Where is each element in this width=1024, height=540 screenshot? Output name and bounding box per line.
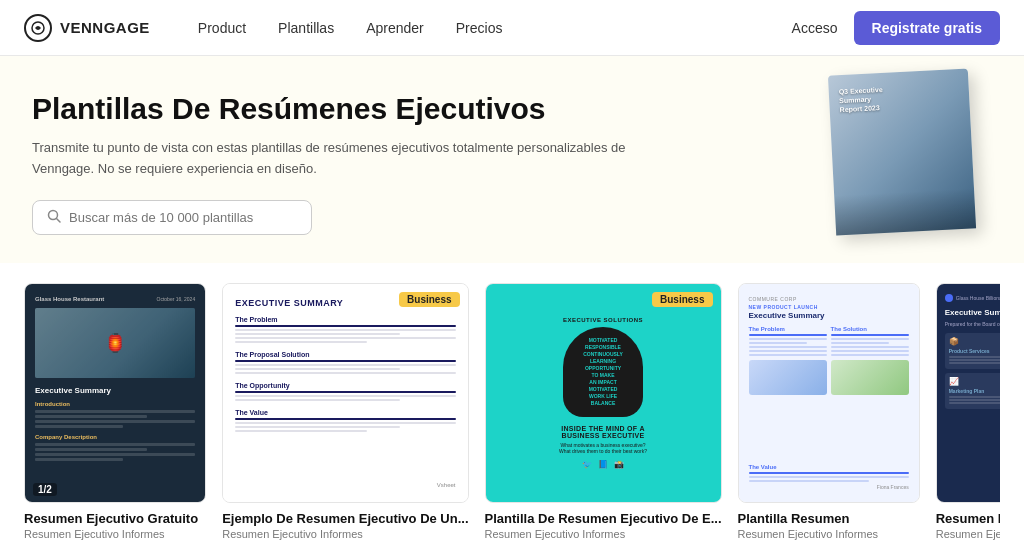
template-thumb-5: Business Glass House Billionaires Execut…: [936, 283, 1000, 503]
search-input[interactable]: [69, 210, 297, 225]
card4-person: Fiona Frances: [749, 484, 909, 490]
card5-title: Executive Summary: [945, 308, 1000, 317]
card3-tagline: What motivates a business executive?What…: [559, 442, 647, 454]
template-name-5: Resumen Ejecutivo Simple De Una Pá...: [936, 511, 1000, 526]
acceso-button[interactable]: Acceso: [792, 20, 838, 36]
template-card-4[interactable]: COMMURE CORP NEW PRODUCT LAUNCH Executiv…: [738, 283, 920, 540]
template-sub-2: Resumen Ejecutivo Informes: [222, 528, 468, 540]
main-nav: Product Plantillas Aprender Precios: [198, 16, 792, 40]
card5-footer: venngage@glasshousebillionaires.com | +1…: [945, 413, 1000, 418]
logo-area[interactable]: VENNGAGE: [24, 14, 150, 42]
card3-icons: 🐦 📘 📸: [582, 460, 624, 469]
templates-grid: Glass House Restaurant October 16, 2024 …: [24, 283, 1000, 540]
register-button[interactable]: Registrate gratis: [854, 11, 1000, 45]
template-sub-1: Resumen Ejecutivo Informes: [24, 528, 206, 540]
card4-columns: The Problem The Solution: [749, 326, 909, 458]
header-actions: Acceso Registrate gratis: [792, 11, 1000, 45]
card4-title: Executive Summary: [749, 311, 909, 320]
nav-product[interactable]: Product: [198, 16, 246, 40]
card5-header: Glass House Billionaires: [945, 294, 1000, 302]
template-thumb-3: Business EXECUTIVE SOLUTIONS MOTIVATEDRE…: [485, 283, 722, 503]
card5-box-3: 📈 Marketing Plan: [945, 373, 1000, 409]
hero-book-cover: Q3 ExecutiveSummaryReport 2023: [828, 68, 976, 235]
card3-company-label: EXECUTIVE SOLUTIONS: [563, 317, 643, 323]
logo-icon: [24, 14, 52, 42]
card4-col-right: The Solution: [831, 326, 909, 458]
hero-book-title-text: Q3 ExecutiveSummaryReport 2023: [839, 85, 884, 115]
search-icon: [47, 209, 61, 226]
template-thumb-2: Business Executive Summary The Problem T…: [222, 283, 468, 503]
templates-section: Glass House Restaurant October 16, 2024 …: [0, 263, 1024, 540]
template-card-3[interactable]: Business EXECUTIVE SOLUTIONS MOTIVATEDRE…: [485, 283, 722, 540]
hero-book-decoration: [840, 120, 841, 135]
header: VENNGAGE Product Plantillas Aprender Pre…: [0, 0, 1024, 56]
hero-section: Plantillas De Resúmenes Ejecutivos Trans…: [0, 56, 1024, 263]
card5-subtitle: Prepared for the Board of Directors: [945, 321, 1000, 327]
card4-value-section: The Value: [749, 464, 909, 484]
page-indicator-1: 1/2: [33, 483, 57, 496]
card5-grid: 📦 Product Services 💼 Business Model: [945, 333, 1000, 409]
svg-line-2: [57, 218, 61, 222]
template-name-1: Resumen Ejecutivo Gratuito: [24, 511, 206, 526]
template-sub-5: Resumen Ejecutivo Informes: [936, 528, 1000, 540]
template-thumb-1: Glass House Restaurant October 16, 2024 …: [24, 283, 206, 503]
template-card-1[interactable]: Glass House Restaurant October 16, 2024 …: [24, 283, 206, 540]
template-card-5[interactable]: Business Glass House Billionaires Execut…: [936, 283, 1000, 540]
card4-col-left: The Problem: [749, 326, 827, 458]
card3-head-visual: MOTIVATEDRESPONSIBLECONTINUOUSLYLEARNING…: [563, 327, 643, 417]
template-name-4: Plantilla Resumen: [738, 511, 920, 526]
hero-title: Plantillas De Resúmenes Ejecutivos: [32, 92, 712, 126]
template-sub-4: Resumen Ejecutivo Informes: [738, 528, 920, 540]
template-badge-3: Business: [652, 292, 712, 307]
card5-box-1: 📦 Product Services: [945, 333, 1000, 369]
nav-plantillas[interactable]: Plantillas: [278, 16, 334, 40]
nav-aprender[interactable]: Aprender: [366, 16, 424, 40]
template-name-3: Plantilla De Resumen Ejecutivo De E...: [485, 511, 722, 526]
search-bar[interactable]: [32, 200, 312, 235]
template-card-2[interactable]: Business Executive Summary The Problem T…: [222, 283, 468, 540]
nav-precios[interactable]: Precios: [456, 16, 503, 40]
template-name-2: Ejemplo De Resumen Ejecutivo De Un...: [222, 511, 468, 526]
card4-company-label: COMMURE CORP: [749, 296, 909, 302]
card4-type-label: NEW PRODUCT LAUNCH: [749, 304, 909, 310]
hero-subtitle: Transmite tu punto de vista con estas pl…: [32, 138, 672, 180]
template-sub-3: Resumen Ejecutivo Informes: [485, 528, 722, 540]
card3-head-text: MOTIVATEDRESPONSIBLECONTINUOUSLYLEARNING…: [579, 333, 627, 411]
card3-bottom-label: INSIDE THE MIND OF ABUSINESS EXECUTIVE: [561, 425, 645, 439]
logo-text: VENNGAGE: [60, 19, 150, 36]
template-thumb-4: COMMURE CORP NEW PRODUCT LAUNCH Executiv…: [738, 283, 920, 503]
template-badge-2: Business: [399, 292, 459, 307]
hero-book-image: Q3 ExecutiveSummaryReport 2023: [832, 72, 992, 232]
